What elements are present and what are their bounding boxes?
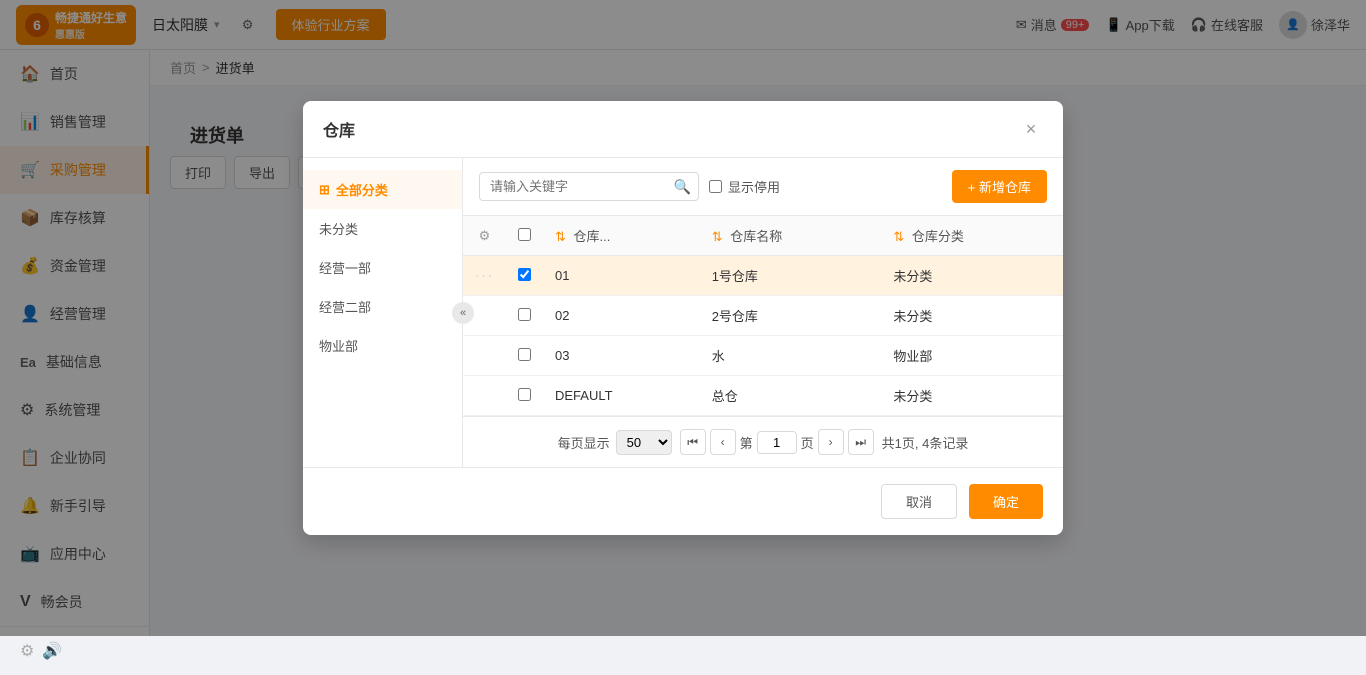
warehouse-table-wrapper: ⚙ ⇅ 仓库... ⇅ 仓库名称 xyxy=(463,216,1063,416)
row-actions-cell xyxy=(463,376,506,416)
pagination-bar: 每页显示 10 20 50 100 ⏮ ‹ 第 页 xyxy=(463,416,1063,467)
content-panel: 🔍 显示停用 + 新增仓库 ⚙ xyxy=(463,158,1063,467)
category-collapse-button[interactable]: « xyxy=(452,302,474,324)
category-label-property: 物业部 xyxy=(319,339,358,354)
total-info: 共1页, 4条记录 xyxy=(882,433,969,452)
row-checkbox[interactable] xyxy=(518,348,531,361)
category-item-unclassified[interactable]: 未分类 xyxy=(303,209,462,248)
row-checkbox-cell xyxy=(506,296,543,336)
page-label: 页 xyxy=(801,433,814,452)
page-size-select[interactable]: 10 20 50 100 xyxy=(616,430,672,455)
row-name: 总仓 xyxy=(700,376,882,416)
th-checkbox xyxy=(506,216,543,256)
table-row[interactable]: 02 2号仓库 未分类 xyxy=(463,296,1063,336)
sort-icon-name: ⇅ xyxy=(712,229,723,244)
sort-icon-code: ⇅ xyxy=(555,229,566,244)
row-category: 物业部 xyxy=(881,336,1063,376)
row-name: 1号仓库 xyxy=(700,256,882,296)
content-toolbar: 🔍 显示停用 + 新增仓库 xyxy=(463,158,1063,216)
modal-overlay: 仓库 × « ⊞ 全部分类 未分类 经营一部 经营二部 xyxy=(0,0,1366,636)
modal-body: « ⊞ 全部分类 未分类 经营一部 经营二部 物业部 xyxy=(303,158,1063,467)
search-icon[interactable]: 🔍 xyxy=(674,178,691,195)
table-row[interactable]: 03 水 物业部 xyxy=(463,336,1063,376)
show-disabled-checkbox[interactable]: 显示停用 xyxy=(709,177,780,196)
row-checkbox[interactable] xyxy=(518,308,531,321)
row-actions-cell: ··· xyxy=(463,256,506,296)
category-all-label: 全部分类 xyxy=(336,180,388,199)
row-category: 未分类 xyxy=(881,376,1063,416)
add-warehouse-button[interactable]: + 新增仓库 xyxy=(952,170,1047,203)
category-item-dept2[interactable]: 经营二部 xyxy=(303,287,462,326)
page-prev-button[interactable]: ‹ xyxy=(710,429,736,455)
row-category: 未分类 xyxy=(881,256,1063,296)
volume-icon[interactable]: 🔊 xyxy=(42,641,62,661)
page-size-control: 每页显示 10 20 50 100 xyxy=(558,430,672,455)
table-row[interactable]: DEFAULT 总仓 未分类 xyxy=(463,376,1063,416)
cancel-button[interactable]: 取消 xyxy=(881,484,957,519)
row-checkbox-cell xyxy=(506,256,543,296)
row-index: DEFAULT xyxy=(543,376,700,416)
table-body: ··· 01 1号仓库 未分类 02 2号仓库 未分类 xyxy=(463,256,1063,416)
page-last-button[interactable]: ⏭ xyxy=(848,429,874,455)
row-checkbox[interactable] xyxy=(518,388,531,401)
page-next-button[interactable]: › xyxy=(818,429,844,455)
row-index: 03 xyxy=(543,336,700,376)
th-code: ⇅ 仓库... xyxy=(543,216,700,256)
page-size-label: 每页显示 xyxy=(558,433,610,452)
table-header-row: ⚙ ⇅ 仓库... ⇅ 仓库名称 xyxy=(463,216,1063,256)
row-index: 02 xyxy=(543,296,700,336)
row-actions-cell xyxy=(463,336,506,376)
settings-bottom-icon[interactable]: ⚙ xyxy=(20,641,34,661)
select-all-checkbox[interactable] xyxy=(518,228,531,241)
show-disabled-input[interactable] xyxy=(709,180,722,193)
th-gear: ⚙ xyxy=(463,216,506,256)
grid-icon: ⊞ xyxy=(319,182,330,198)
warehouse-table: ⚙ ⇅ 仓库... ⇅ 仓库名称 xyxy=(463,216,1063,416)
category-panel: « ⊞ 全部分类 未分类 经营一部 经营二部 物业部 xyxy=(303,158,463,467)
category-label-dept1: 经营一部 xyxy=(319,261,371,276)
category-label-unclassified: 未分类 xyxy=(319,222,358,237)
modal-close-button[interactable]: × xyxy=(1019,117,1043,141)
row-checkbox-cell xyxy=(506,336,543,376)
category-item-dept1[interactable]: 经营一部 xyxy=(303,248,462,287)
row-checkbox[interactable] xyxy=(518,268,531,281)
search-input[interactable] xyxy=(479,172,699,201)
th-name: ⇅ 仓库名称 xyxy=(700,216,882,256)
warehouse-modal: 仓库 × « ⊞ 全部分类 未分类 经营一部 经营二部 xyxy=(303,101,1063,535)
row-action-dots[interactable]: ··· xyxy=(475,268,494,283)
category-item-property[interactable]: 物业部 xyxy=(303,326,462,365)
row-name: 2号仓库 xyxy=(700,296,882,336)
table-row[interactable]: ··· 01 1号仓库 未分类 xyxy=(463,256,1063,296)
row-name: 水 xyxy=(700,336,882,376)
category-all[interactable]: ⊞ 全部分类 xyxy=(303,170,462,209)
page-first-button[interactable]: ⏮ xyxy=(680,429,706,455)
th-category: ⇅ 仓库分类 xyxy=(881,216,1063,256)
page-num-label: 第 xyxy=(740,433,753,452)
show-disabled-label: 显示停用 xyxy=(728,177,780,196)
category-label-dept2: 经营二部 xyxy=(319,300,371,315)
search-wrapper: 🔍 xyxy=(479,172,699,201)
row-index: 01 xyxy=(543,256,700,296)
modal-footer: 取消 确定 xyxy=(303,467,1063,535)
page-navigation: ⏮ ‹ 第 页 › ⏭ xyxy=(680,429,874,455)
page-input[interactable] xyxy=(757,431,797,454)
modal-title: 仓库 xyxy=(323,117,355,141)
modal-header: 仓库 × xyxy=(303,101,1063,158)
sort-icon-category: ⇅ xyxy=(893,229,904,244)
confirm-button[interactable]: 确定 xyxy=(969,484,1043,519)
row-category: 未分类 xyxy=(881,296,1063,336)
row-checkbox-cell xyxy=(506,376,543,416)
